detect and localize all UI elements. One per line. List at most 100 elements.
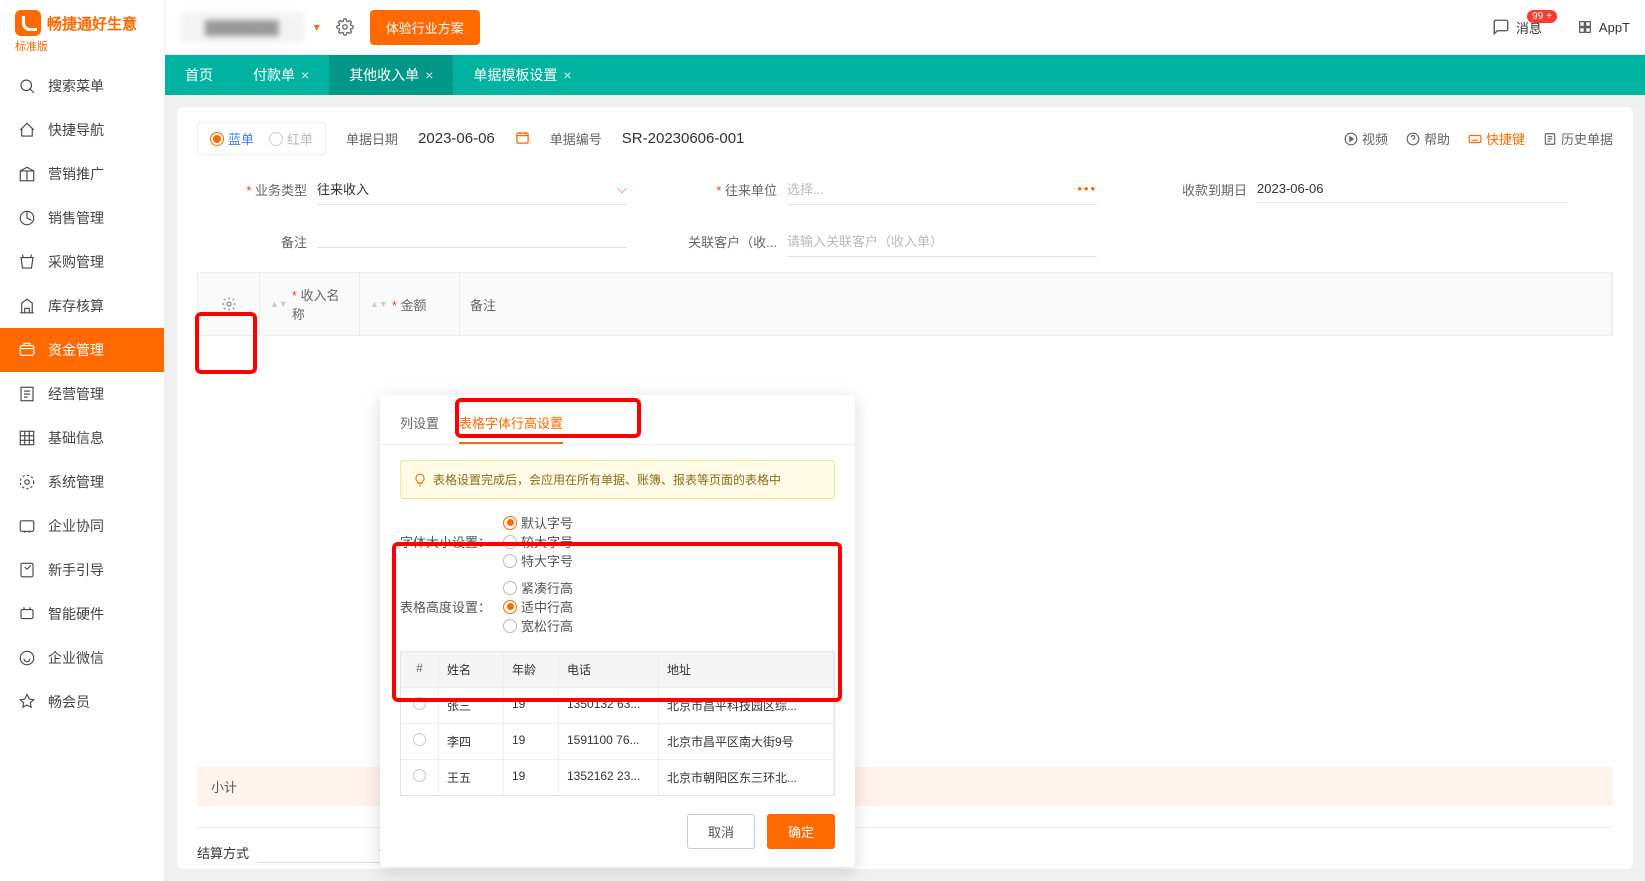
page-tab[interactable]: 其他收入单× xyxy=(329,55,453,95)
sidebar-item[interactable]: 企业协同 xyxy=(0,504,164,548)
company-selector[interactable]: ████████ xyxy=(180,12,304,43)
video-link[interactable]: 视频 xyxy=(1344,129,1388,148)
sample-col-addr: 地址 xyxy=(659,652,834,687)
due-label: 收款到期日 xyxy=(1137,180,1247,199)
row-height-label: 表格高度设置： xyxy=(400,597,491,616)
popup-tab-font[interactable]: 表格字体行高设置 xyxy=(459,407,563,444)
close-icon[interactable]: × xyxy=(425,67,433,83)
table-settings-gear[interactable] xyxy=(198,273,260,335)
page-tab[interactable]: 单据模板设置× xyxy=(453,55,591,95)
remark-input[interactable] xyxy=(317,235,627,248)
col-income-name[interactable]: ▲▼收入名称 xyxy=(260,273,360,335)
sidebar-icon xyxy=(18,121,36,139)
font-option[interactable]: 较大字号 xyxy=(503,532,573,551)
brand-edition: 标准版 xyxy=(15,38,149,54)
sample-row: 王五 19 1352162 23... 北京市朝阳区东三环北... xyxy=(401,759,834,795)
sidebar-item-label: 经营管理 xyxy=(48,384,104,404)
row-radio[interactable] xyxy=(413,733,426,746)
sidebar-item-label: 新手引导 xyxy=(48,560,104,580)
confirm-button[interactable]: 确定 xyxy=(767,814,835,849)
sidebar-item[interactable]: 企业微信 xyxy=(0,636,164,680)
sidebar-item-label: 采购管理 xyxy=(48,252,104,272)
sample-row: 李四 19 1591100 76... 北京市昌平区南大街9号 xyxy=(401,723,834,759)
sidebar-item[interactable]: 新手引导 xyxy=(0,548,164,592)
sidebar-icon xyxy=(18,429,36,447)
radio-red[interactable]: 红单 xyxy=(269,129,313,148)
sidebar-item[interactable]: 经营管理 xyxy=(0,372,164,416)
cta-button[interactable]: 体验行业方案 xyxy=(370,10,480,45)
more-icon: ••• xyxy=(1077,181,1097,196)
brand-area: 畅捷通好生意 标准版 xyxy=(0,0,164,64)
messages-button[interactable]: 消息 99 + xyxy=(1492,18,1542,37)
sidebar-item-label: 营销推广 xyxy=(48,164,104,184)
settle-label: 结算方式 xyxy=(197,843,249,862)
sidebar-item[interactable]: 智能硬件 xyxy=(0,592,164,636)
sidebar-item-label: 智能硬件 xyxy=(48,604,104,624)
chevron-down-icon: ⌵ xyxy=(617,181,627,197)
sidebar-item[interactable]: 库存核算 xyxy=(0,284,164,328)
sample-col-idx: # xyxy=(401,652,439,687)
sidebar-icon xyxy=(18,517,36,535)
app-link[interactable]: AppT xyxy=(1577,19,1630,35)
tip-banner: 表格设置完成后，会应用在所有单据、账簿、报表等页面的表格中 xyxy=(400,460,835,499)
party-select[interactable]: 选择... ••• xyxy=(787,173,1097,205)
close-icon[interactable]: × xyxy=(563,67,571,83)
settings-gear-icon[interactable] xyxy=(330,12,360,42)
sidebar-item[interactable]: 营销推广 xyxy=(0,152,164,196)
cancel-button[interactable]: 取消 xyxy=(687,814,755,849)
sample-row: 张三 19 1350132 63... 北京市昌平科技园区综... xyxy=(401,687,834,723)
remark-label: 备注 xyxy=(197,232,307,251)
settle-select[interactable]: ⌵ xyxy=(257,841,387,863)
brand-name: 畅捷通好生意 xyxy=(47,13,137,34)
due-date-input[interactable]: 2023-06-06 xyxy=(1257,175,1567,203)
sidebar-item[interactable]: 销售管理 xyxy=(0,196,164,240)
topbar: ████████ ▾ 体验行业方案 消息 99 + AppT xyxy=(165,0,1645,55)
col-amount[interactable]: ▲▼金额 xyxy=(360,273,460,335)
sidebar-item[interactable]: 采购管理 xyxy=(0,240,164,284)
page-tab[interactable]: 首页 xyxy=(165,55,233,95)
sample-table: # 姓名 年龄 电话 地址 张三 19 1350132 63... 北京市昌平科… xyxy=(400,651,835,796)
col-remark[interactable]: 备注 xyxy=(460,273,1612,335)
sample-col-age: 年龄 xyxy=(504,652,559,687)
assoc-input[interactable]: 请输入关联客户（收入单） xyxy=(787,225,1097,257)
sidebar-item[interactable]: 系统管理 xyxy=(0,460,164,504)
sidebar-icon xyxy=(18,165,36,183)
sample-col-phone: 电话 xyxy=(559,652,659,687)
popup-tab-columns[interactable]: 列设置 xyxy=(400,407,439,444)
history-link[interactable]: 历史单据 xyxy=(1543,129,1613,148)
date-label: 单据日期 xyxy=(346,129,398,148)
shortcut-link[interactable]: 快捷键 xyxy=(1468,129,1525,148)
sidebar-item-label: 库存核算 xyxy=(48,296,104,316)
close-icon[interactable]: × xyxy=(301,67,309,83)
sidebar-item-label: 搜索菜单 xyxy=(48,76,104,96)
row-radio[interactable] xyxy=(413,697,426,710)
height-option[interactable]: 宽松行高 xyxy=(503,616,573,635)
calendar-icon[interactable] xyxy=(515,130,530,148)
sidebar-icon xyxy=(18,693,36,711)
sidebar-item[interactable]: 快捷导航 xyxy=(0,108,164,152)
help-link[interactable]: 帮助 xyxy=(1406,129,1450,148)
page-tab[interactable]: 付款单× xyxy=(233,55,329,95)
biz-type-select[interactable]: 往来收入 ⌵ xyxy=(317,173,627,205)
font-option[interactable]: 默认字号 xyxy=(503,513,573,532)
chevron-down-icon[interactable]: ▾ xyxy=(314,20,320,34)
sidebar-icon xyxy=(18,385,36,403)
sidebar-item[interactable]: 搜索菜单 xyxy=(0,64,164,108)
sidebar-item-label: 企业协同 xyxy=(48,516,104,536)
date-value[interactable]: 2023-06-06 xyxy=(418,130,495,147)
sidebar-item[interactable]: 基础信息 xyxy=(0,416,164,460)
assoc-label: 关联客户（收... xyxy=(667,232,777,251)
page-tabs: 首页付款单×其他收入单×单据模板设置× xyxy=(165,55,1645,95)
sidebar-icon xyxy=(18,341,36,359)
sidebar-icon xyxy=(18,77,36,95)
height-option[interactable]: 紧凑行高 xyxy=(503,578,573,597)
sidebar-icon xyxy=(18,473,36,491)
sidebar-item[interactable]: 畅会员 xyxy=(0,680,164,724)
row-radio[interactable] xyxy=(413,769,426,782)
radio-blue[interactable]: 蓝单 xyxy=(210,129,254,148)
brand-logo-icon xyxy=(15,10,41,36)
height-option[interactable]: 适中行高 xyxy=(503,597,573,616)
subtotal-label: 小计 xyxy=(211,777,271,796)
font-option[interactable]: 特大字号 xyxy=(503,551,573,570)
sidebar-item[interactable]: 资金管理 xyxy=(0,328,164,372)
